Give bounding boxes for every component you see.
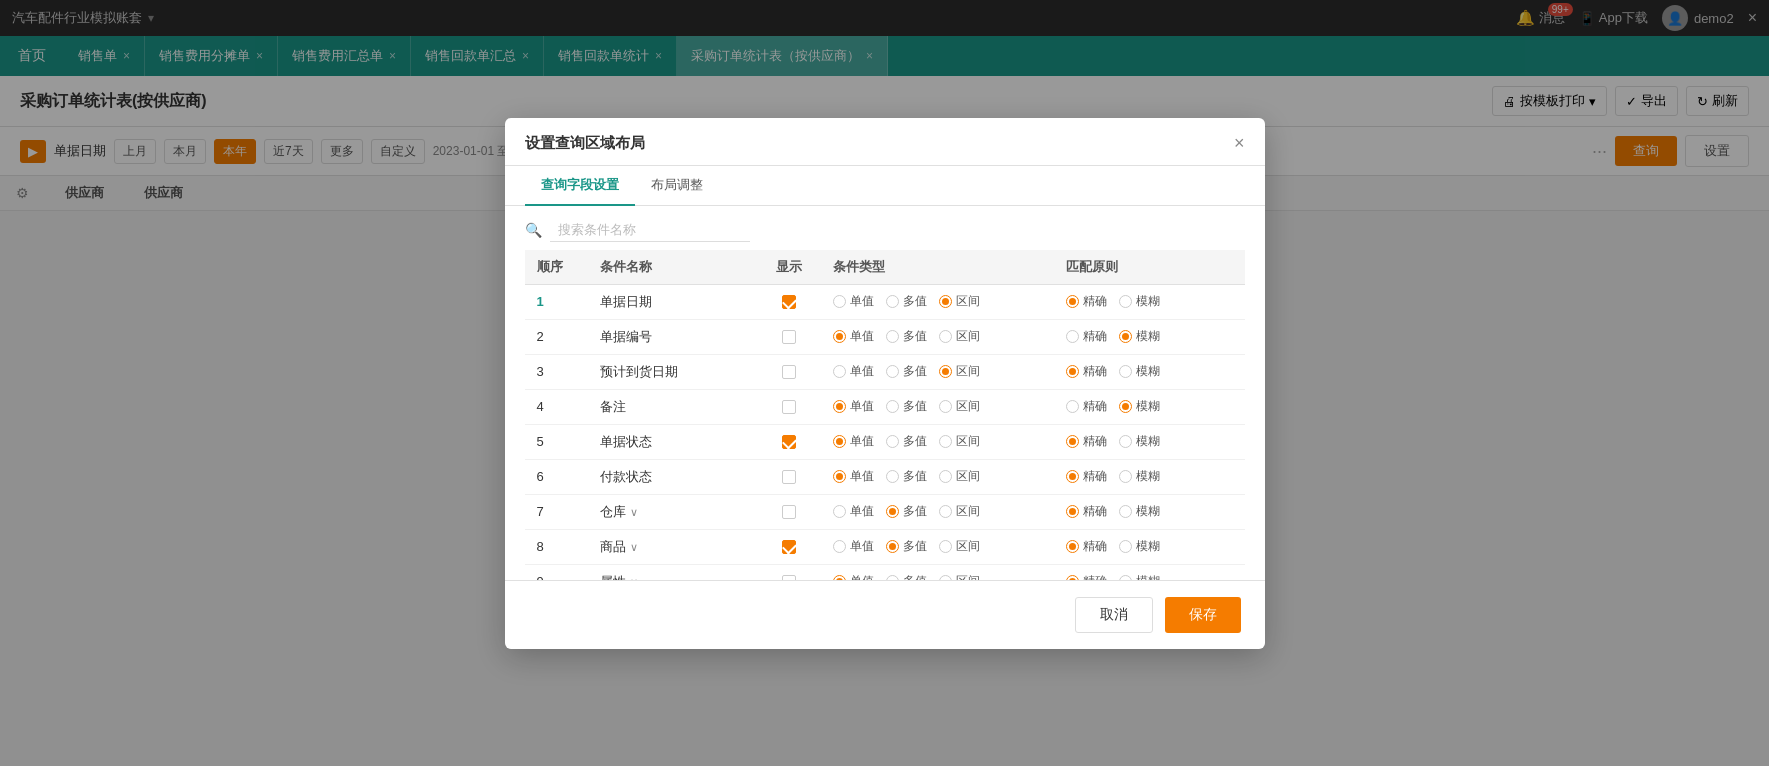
tab-layout[interactable]: 布局调整 [635,166,719,206]
tab-query-fields[interactable]: 查询字段设置 [525,166,635,206]
dialog-close-button[interactable]: × [1234,134,1245,152]
dialog-overlay: 设置查询区域布局 × 查询字段设置 布局调整 🔍 顺序 条件名称 显示 条件类型 [0,0,1769,211]
dialog-title: 设置查询区域布局 [525,134,645,153]
settings-dialog: 设置查询区域布局 × 查询字段设置 布局调整 🔍 顺序 条件名称 显示 条件类型 [505,118,1265,212]
search-area: 🔍 [505,206,1265,212]
dialog-tabs: 查询字段设置 布局调整 [505,166,1265,206]
dialog-header: 设置查询区域布局 × [505,118,1265,166]
